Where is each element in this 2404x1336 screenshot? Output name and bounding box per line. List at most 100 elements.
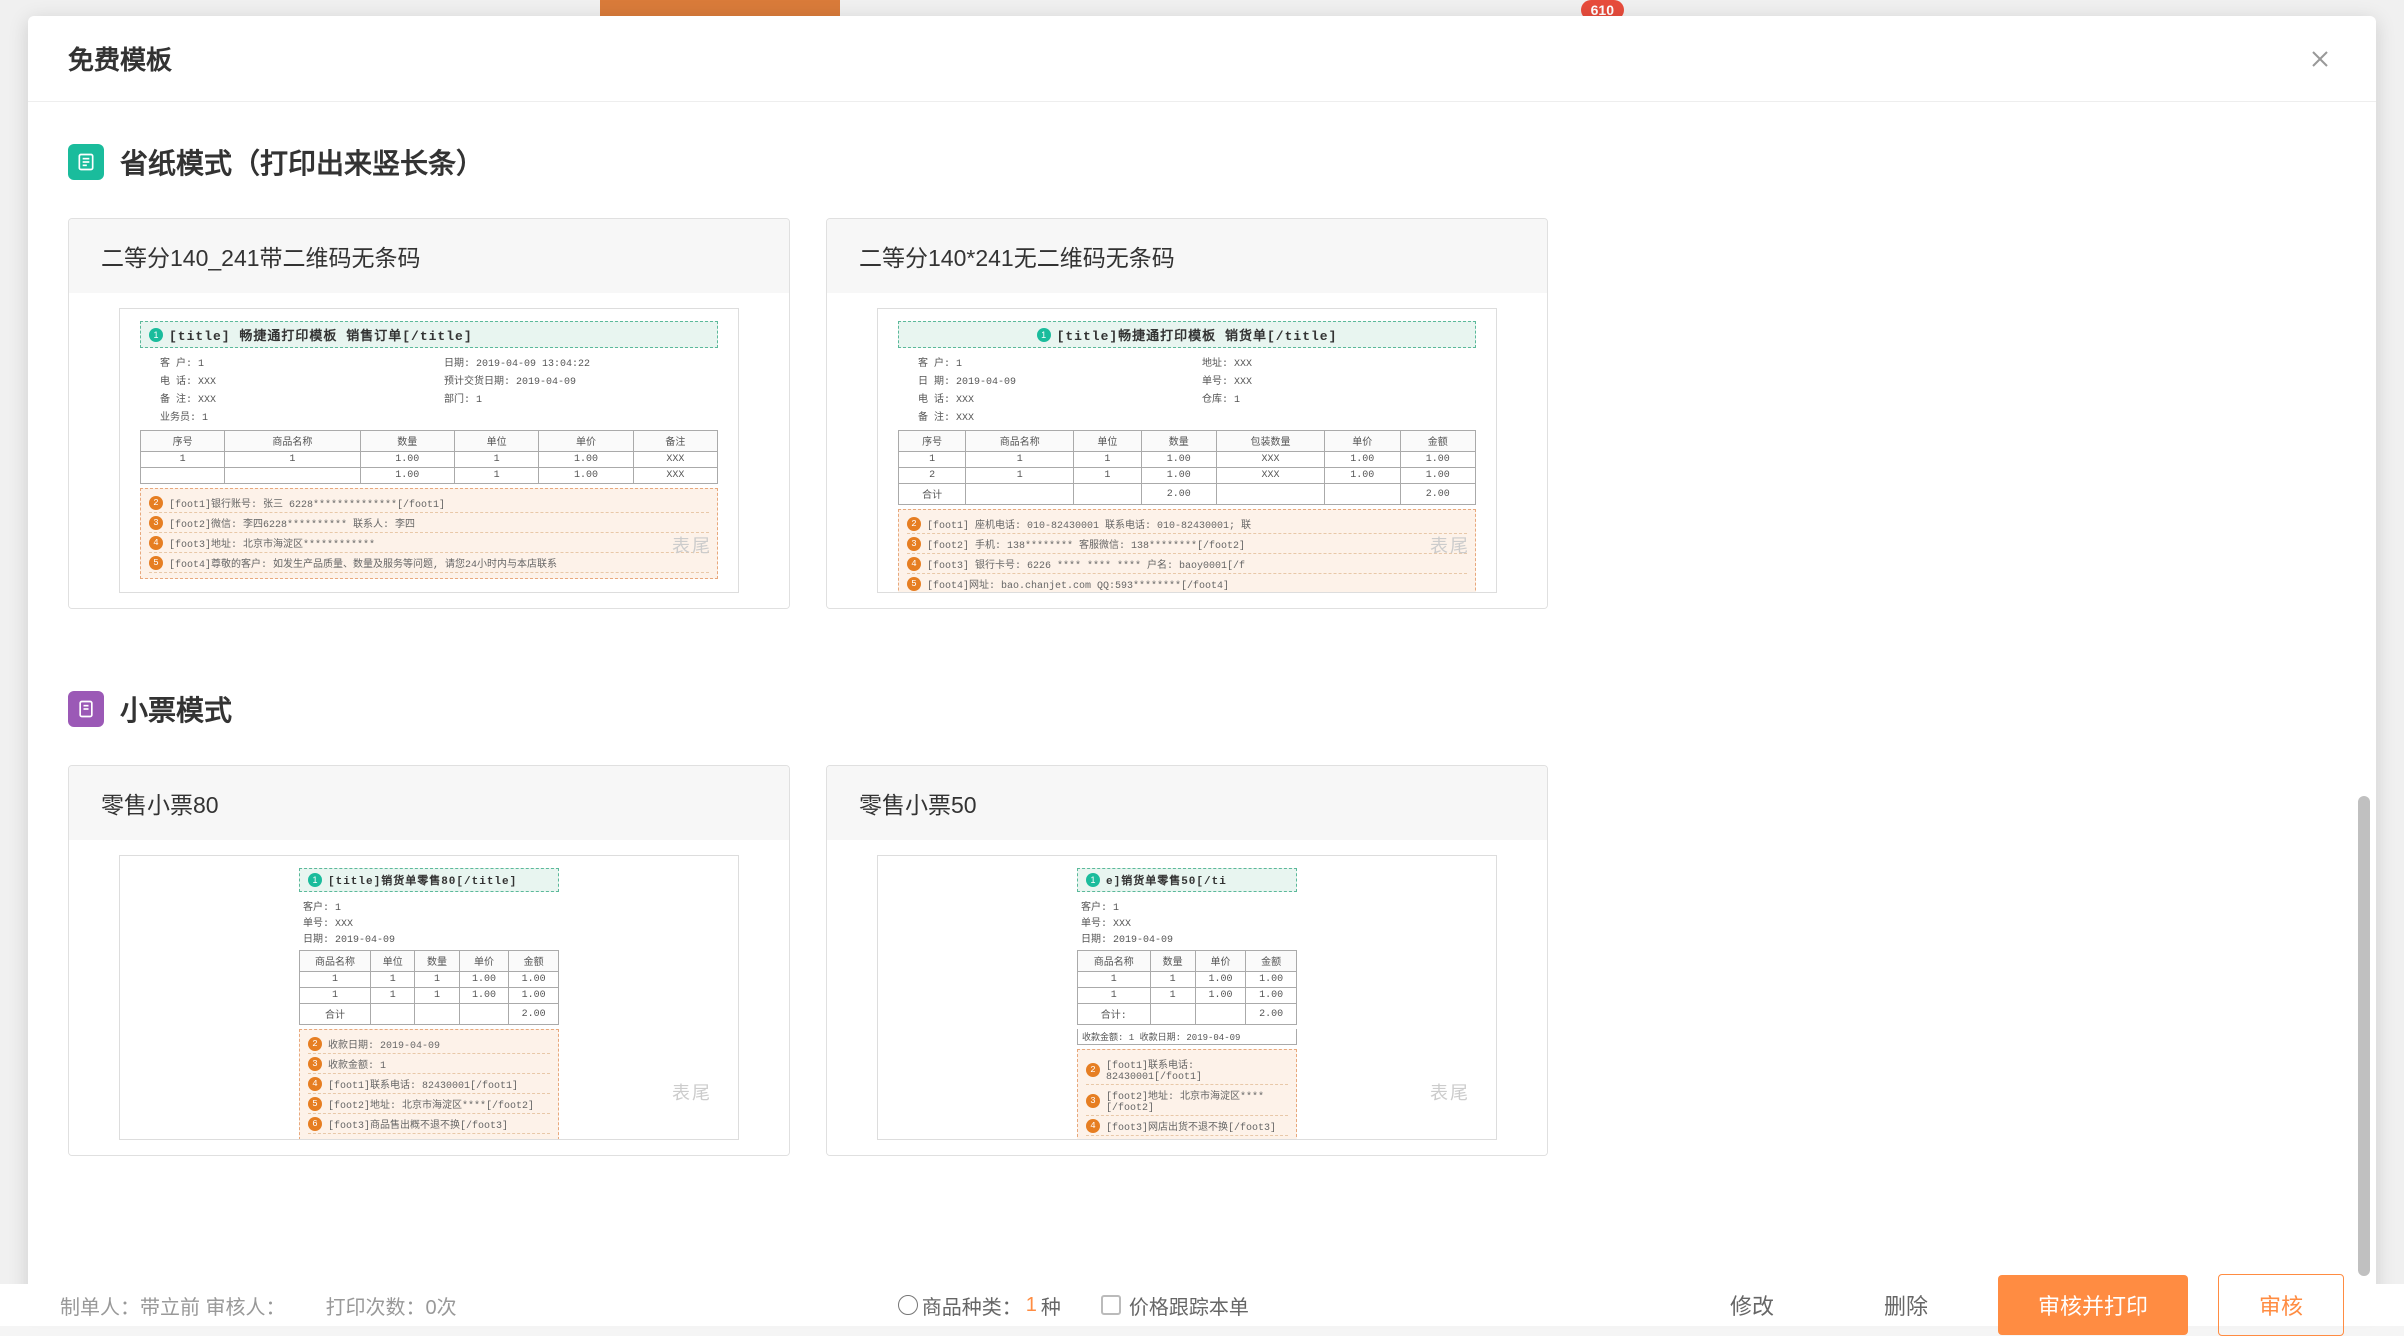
preview-info: 客户: 1 单号: XXX 日期: 2019-04-09 — [299, 898, 559, 946]
foot-text: [foot1]银行账号: 张三 6228**************[/foot… — [169, 495, 445, 511]
preview-doc-title: [title]销货单零售80[/title] — [328, 872, 517, 888]
backdrop-orange-bar — [600, 0, 840, 16]
template-preview: 1 [title]销货单零售80[/title] 客户: 1 单号: XXX 日… — [69, 840, 789, 1155]
close-button[interactable] — [2304, 43, 2336, 75]
foot-text: [foot2]地址: 北京市海淀区****[/foot2] — [328, 1096, 534, 1112]
table-header: 单位 — [371, 951, 415, 972]
price-track-checkbox[interactable] — [1101, 1295, 1121, 1315]
table-header: 包装数量 — [1217, 431, 1325, 452]
template-name: 二等分140_241带二维码无条码 — [69, 219, 789, 293]
info-field: 单号: XXX — [1202, 372, 1456, 388]
bottom-toolbar: 制单人：带立前 审核人： 打印次数：0次 商品种类： 1 种 价格跟踪本单 修改… — [0, 1284, 2404, 1326]
watermark: 表尾 — [1430, 1079, 1470, 1105]
badge-icon: 3 — [907, 537, 921, 551]
table-header: 单价 — [1325, 431, 1400, 452]
foot-text: [foot3]网店出货不退不换[/foot3] — [1106, 1118, 1276, 1134]
scrollbar-thumb[interactable] — [2358, 796, 2370, 1276]
info-field: 客户: 1 — [1081, 898, 1293, 914]
badge-icon: 6 — [308, 1117, 322, 1131]
badge-icon: 3 — [149, 516, 163, 530]
template-card[interactable]: 零售小票50 1 e]销货单零售50[/ti 客户: 1 单号: XXX 日期:… — [826, 765, 1548, 1156]
preview-table: 商品名称数量单价金额 111.001.00 111.001.00 合计:2.00 — [1077, 950, 1297, 1025]
info-field: 日期: 2019-04-09 — [303, 930, 555, 946]
section-title: 省纸模式（打印出来竖长条） — [120, 142, 484, 182]
review-print-button[interactable]: 审核并打印 — [1998, 1275, 2188, 1335]
template-card[interactable]: 二等分140_241带二维码无条码 1 [title] 畅捷通打印模板 销售订单… — [68, 218, 790, 609]
template-modal: 免费模板 省纸模式（打印出来竖长条） 二等分140_241带二维码无条码 1 — [28, 16, 2376, 1306]
foot-text: [foot1]联系电话: 82430001[/foot1] — [328, 1076, 518, 1092]
section-header-paper-save: 省纸模式（打印出来竖长条） — [68, 142, 2336, 182]
preview-info: 客 户: 1 日期: 2019-04-09 13:04:22 电 话: XXX … — [140, 354, 718, 424]
table-header: 序号 — [899, 431, 966, 452]
table-row: 1 1 1.00 1 1.00 XXX — [141, 452, 718, 468]
template-preview: 1 e]销货单零售50[/ti 客户: 1 单号: XXX 日期: 2019-0… — [827, 840, 1547, 1155]
preview-doc-title: [title]畅捷通打印模板 销货单[/title] — [1057, 325, 1338, 344]
badge-icon: 1 — [1037, 328, 1051, 342]
info-field: 单号: XXX — [1081, 914, 1293, 930]
table-row: 1111.001.00 — [300, 988, 559, 1004]
maker-label: 制单人：带立前 审核人： — [60, 1291, 286, 1320]
badge-icon: 5 — [308, 1097, 322, 1111]
foot-text: [foot4]网址: bao.chanjet.com QQ:593*******… — [927, 576, 1229, 592]
badge-icon: 2 — [1086, 1063, 1100, 1077]
badge-icon: 2 — [907, 517, 921, 531]
template-card[interactable]: 零售小票80 1 [title]销货单零售80[/title] 客户: 1 单号… — [68, 765, 790, 1156]
section-header-receipt: 小票模式 — [68, 689, 2336, 729]
info-field: 日期: 2019-04-09 13:04:22 — [444, 354, 698, 370]
preview-doc-title: e]销货单零售50[/ti — [1106, 872, 1227, 888]
types-label: 商品种类： — [922, 1291, 1022, 1320]
badge-icon: 2 — [308, 1037, 322, 1051]
preview-content: 1 [title]畅捷通打印模板 销货单[/title] 客 户: 1 地址: … — [877, 308, 1497, 593]
foot-text: [foot3]地址: 北京市海淀区************ — [169, 535, 375, 551]
badge-icon: 4 — [149, 536, 163, 550]
receipt-icon — [68, 691, 104, 727]
table-header: 金额 — [509, 951, 559, 972]
info-field: 预计交货日期: 2019-04-09 — [444, 372, 698, 388]
info-field: 日 期: 2019-04-09 — [918, 372, 1172, 388]
table-header: 商品名称 — [1078, 951, 1151, 972]
delete-button[interactable]: 删除 — [1844, 1275, 1968, 1335]
table-row: 1.00 1 1.00 XXX — [141, 468, 718, 484]
preview-table: 序号 商品名称 单位 数量 包装数量 单价 金额 1111.00XXX1.001… — [898, 430, 1476, 505]
section-title: 小票模式 — [120, 689, 232, 729]
info-field: 电 话: XXX — [918, 390, 1172, 406]
badge-icon: 3 — [308, 1057, 322, 1071]
modify-button[interactable]: 修改 — [1690, 1275, 1814, 1335]
table-header: 商品名称 — [225, 431, 360, 452]
review-button[interactable]: 审核 — [2218, 1274, 2344, 1336]
table-header: 数量 — [1141, 431, 1216, 452]
modal-body: 省纸模式（打印出来竖长条） 二等分140_241带二维码无条码 1 [title… — [28, 102, 2376, 1306]
foot-text: [foot4]尊敬的客户: 如发生产品质量、数量及服务等问题, 请您24小时内与… — [169, 555, 557, 571]
info-field: 部门: 1 — [444, 390, 698, 406]
preview-content: 1 e]销货单零售50[/ti 客户: 1 单号: XXX 日期: 2019-0… — [877, 855, 1497, 1140]
info-field: 备 注: XXX — [918, 408, 1172, 424]
info-field: 客 户: 1 — [160, 354, 414, 370]
table-header: 备注 — [633, 431, 717, 452]
modal-title: 免费模板 — [68, 40, 172, 77]
info-field: 地址: XXX — [1202, 354, 1456, 370]
info-field: 仓库: 1 — [1202, 390, 1456, 406]
print-count-label: 打印次数：0次 — [326, 1291, 457, 1320]
template-preview: 1 [title]畅捷通打印模板 销货单[/title] 客 户: 1 地址: … — [827, 293, 1547, 608]
watermark: 表尾 — [672, 1079, 712, 1105]
types-radio[interactable] — [898, 1295, 918, 1315]
badge-icon: 1 — [149, 328, 163, 342]
price-track-label: 价格跟踪本单 — [1129, 1291, 1249, 1320]
table-header: 商品名称 — [966, 431, 1074, 452]
foot-text: [foot3]商品售出概不退不换[/foot3] — [328, 1116, 508, 1132]
extra-line: 收款金额: 1 收款日期: 2019-04-09 — [1077, 1029, 1297, 1045]
foot-text: [foot2] 手机: 138******** 客服微信: 138*******… — [927, 536, 1245, 552]
document-icon — [68, 144, 104, 180]
badge-icon: 4 — [1086, 1119, 1100, 1133]
badge-icon: 3 — [1086, 1094, 1100, 1108]
modal-header: 免费模板 — [28, 16, 2376, 102]
types-count: 1 — [1026, 1294, 1037, 1317]
template-card[interactable]: 二等分140*241无二维码无条码 1 [title]畅捷通打印模板 销货单[/… — [826, 218, 1548, 609]
scrollbar-track[interactable] — [2358, 116, 2370, 1286]
template-grid-paper-save: 二等分140_241带二维码无条码 1 [title] 畅捷通打印模板 销售订单… — [68, 218, 2336, 609]
badge-icon: 1 — [308, 873, 322, 887]
watermark: 表尾 — [672, 532, 712, 558]
table-header: 单价 — [459, 951, 509, 972]
table-row: 1111.00XXX1.001.00 — [899, 452, 1476, 468]
foot-text: 收款金额: 1 — [328, 1056, 386, 1072]
